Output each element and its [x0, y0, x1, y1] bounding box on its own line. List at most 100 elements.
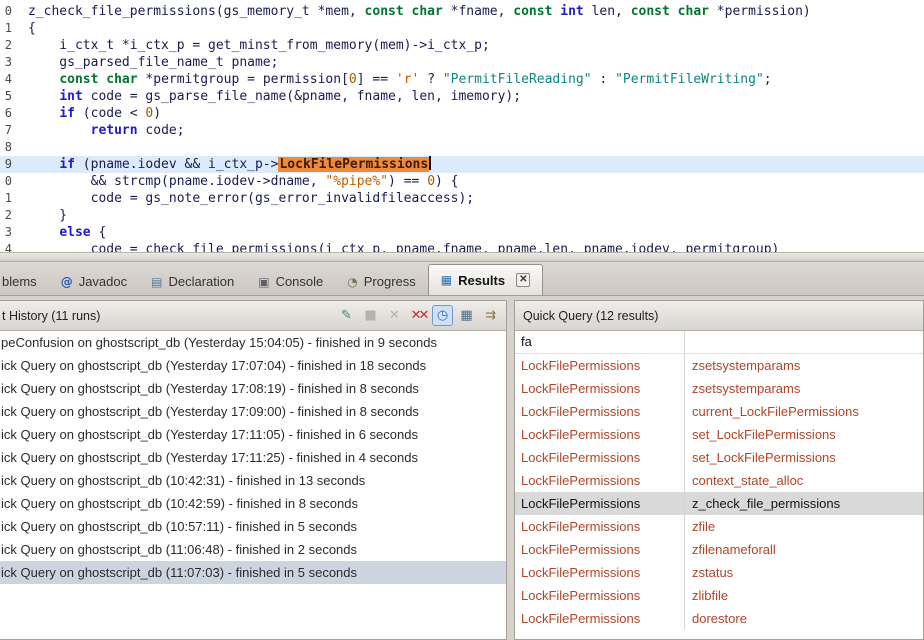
- result-row[interactable]: LockFilePermissions zsetsystemparams: [515, 377, 923, 400]
- line-number[interactable]: 3: [0, 54, 12, 71]
- result-row[interactable]: LockFilePermissions context_state_alloc: [515, 469, 923, 492]
- line-number[interactable]: 8: [0, 139, 12, 156]
- line-number[interactable]: 4: [0, 71, 12, 88]
- result-row[interactable]: LockFilePermissions zstatus: [515, 561, 923, 584]
- tab-progress[interactable]: ◔ Progress: [335, 268, 428, 295]
- history-row[interactable]: ick Query on ghostscript_db (11:07:03) -…: [0, 561, 506, 584]
- code-token: ): [153, 106, 162, 121]
- tab-label: Declaration: [168, 274, 235, 289]
- result-row[interactable]: LockFilePermissions set_LockFilePermissio…: [515, 423, 923, 446]
- code-text: }: [12, 207, 67, 224]
- code-token: int: [59, 89, 83, 104]
- tab-results[interactable]: ▦ Results ✕: [427, 264, 544, 295]
- tab-javadoc[interactable]: @ Javadoc: [49, 268, 139, 295]
- tab-close-icon[interactable]: ✕: [516, 273, 531, 287]
- text-caret: [429, 156, 432, 170]
- code-line[interactable]: 0 && strcmp(pname.iodev->dname, "%pipe%"…: [0, 173, 924, 190]
- line-number[interactable]: 6: [0, 105, 12, 122]
- result-row[interactable]: LockFilePermissions zfile: [515, 515, 923, 538]
- history-row[interactable]: ick Query on ghostscript_db (10:57:11) -…: [0, 515, 506, 538]
- line-number[interactable]: 2: [0, 37, 12, 54]
- vertical-sash[interactable]: [507, 300, 514, 640]
- code-token: 0: [348, 72, 357, 87]
- code-line[interactable]: 7 return code;: [0, 122, 924, 139]
- result-row[interactable]: LockFilePermissions zsetsystemparams: [515, 354, 923, 377]
- line-number[interactable]: 2: [0, 207, 12, 224]
- history-clock-icon[interactable]: ◷: [432, 305, 453, 326]
- remove-icon[interactable]: ✕: [384, 305, 405, 326]
- code-line[interactable]: 6 if (code < 0): [0, 105, 924, 122]
- line-number[interactable]: 4: [0, 241, 12, 252]
- code-token: z_check_file_permissions(gs_memory_t *me…: [28, 4, 365, 19]
- code-line[interactable]: 4 code = check_file_permissions(i_ctx_p,…: [0, 241, 924, 252]
- tab-problems[interactable]: blems: [0, 268, 49, 295]
- tab-label: Results: [458, 272, 506, 288]
- code-line[interactable]: 1 code = gs_note_error(gs_error_invalidf…: [0, 190, 924, 207]
- code-line[interactable]: 9 if (pname.iodev && i_ctx_p->LockFilePe…: [0, 156, 924, 173]
- code-token: code;: [137, 123, 185, 138]
- line-number[interactable]: 5: [0, 88, 12, 105]
- code-token: {: [90, 225, 107, 240]
- history-row[interactable]: ick Query on ghostscript_db (10:42:59) -…: [0, 492, 506, 515]
- line-number[interactable]: 0: [0, 173, 12, 190]
- code-token: 'r': [395, 72, 420, 87]
- line-number[interactable]: 1: [0, 20, 12, 37]
- filter-row-empty: [685, 331, 923, 353]
- tab-declaration[interactable]: ▤ Declaration: [139, 268, 246, 295]
- code-token: *fname,: [442, 4, 514, 19]
- line-number[interactable]: 0: [0, 3, 12, 20]
- code-line[interactable]: 3 gs_parsed_file_name_t pname;: [0, 54, 924, 71]
- line-number[interactable]: 1: [0, 190, 12, 207]
- result-row[interactable]: LockFilePermissions current_LockFilePermi…: [515, 400, 923, 423]
- code-token: 0: [427, 174, 436, 189]
- history-row[interactable]: ick Query on ghostscript_db (Yesterday 1…: [0, 377, 506, 400]
- history-row[interactable]: ick Query on ghostscript_db (10:42:31) -…: [0, 469, 506, 492]
- code-line[interactable]: 3 else {: [0, 224, 924, 241]
- code-token: if: [59, 157, 75, 172]
- result-cell-symbol: LockFilePermissions: [515, 538, 685, 561]
- quick-query-title: Quick Query (12 results): [523, 308, 659, 323]
- code-token: "%pipe%": [325, 174, 389, 189]
- code-line[interactable]: 5 int code = gs_parse_file_name(&pname, …: [0, 88, 924, 105]
- code-token: ;: [763, 72, 772, 87]
- new-report-icon[interactable]: ✎: [336, 305, 357, 326]
- horizontal-sash[interactable]: [0, 252, 924, 262]
- code-line[interactable]: 2 i_ctx_t *i_ctx_p = get_minst_from_memo…: [0, 37, 924, 54]
- code-text: code = check_file_permissions(i_ctx_p, p…: [12, 241, 780, 252]
- code-line[interactable]: 1{: [0, 20, 924, 37]
- report-table-icon[interactable]: ▦: [456, 305, 477, 326]
- code-token: (code <: [74, 106, 146, 121]
- history-row[interactable]: ick Query on ghostscript_db (Yesterday 1…: [0, 446, 506, 469]
- result-row[interactable]: LockFilePermissions dorestore: [515, 607, 923, 630]
- result-row[interactable]: LockFilePermissions set_LockFilePermissio…: [515, 446, 923, 469]
- result-row[interactable]: LockFilePermissions z_check_file_permissi…: [515, 492, 923, 515]
- code-token: code = gs_note_error(gs_error_invalidfil…: [28, 191, 475, 206]
- line-number[interactable]: 9: [0, 156, 12, 173]
- history-row[interactable]: ick Query on ghostscript_db (Yesterday 1…: [0, 400, 506, 423]
- tab-label: Javadoc: [78, 274, 128, 289]
- result-row[interactable]: LockFilePermissions zlibfile: [515, 584, 923, 607]
- line-number[interactable]: 7: [0, 122, 12, 139]
- code-line[interactable]: 4 const char *permitgroup = permission[0…: [0, 71, 924, 88]
- result-cell-symbol: LockFilePermissions: [515, 469, 685, 492]
- history-row[interactable]: ick Query on ghostscript_db (Yesterday 1…: [0, 423, 506, 446]
- filter-input[interactable]: fa: [515, 331, 685, 353]
- code-token: const char: [630, 4, 709, 19]
- stop-icon[interactable]: ■: [360, 305, 381, 326]
- code-line[interactable]: 0 z_check_file_permissions(gs_memory_t *m…: [0, 3, 924, 20]
- code-editor[interactable]: 0 z_check_file_permissions(gs_memory_t *m…: [0, 0, 924, 252]
- code-line[interactable]: 2 }: [0, 207, 924, 224]
- tab-console[interactable]: ▣ Console: [246, 268, 335, 295]
- history-row[interactable]: peConfusion on ghostscript_db (Yesterday…: [0, 331, 506, 354]
- code-token: len,: [583, 4, 631, 19]
- result-cell-function: zstatus: [692, 565, 734, 580]
- result-row[interactable]: LockFilePermissions zfilenameforall: [515, 538, 923, 561]
- history-row[interactable]: ick Query on ghostscript_db (Yesterday 1…: [0, 354, 506, 377]
- history-row[interactable]: ick Query on ghostscript_db (11:06:48) -…: [0, 538, 506, 561]
- filter-columns-icon[interactable]: ⇉: [480, 305, 501, 326]
- line-number[interactable]: 3: [0, 224, 12, 241]
- code-line[interactable]: 8: [0, 139, 924, 156]
- remove-all-icon[interactable]: ✕✕: [408, 305, 430, 326]
